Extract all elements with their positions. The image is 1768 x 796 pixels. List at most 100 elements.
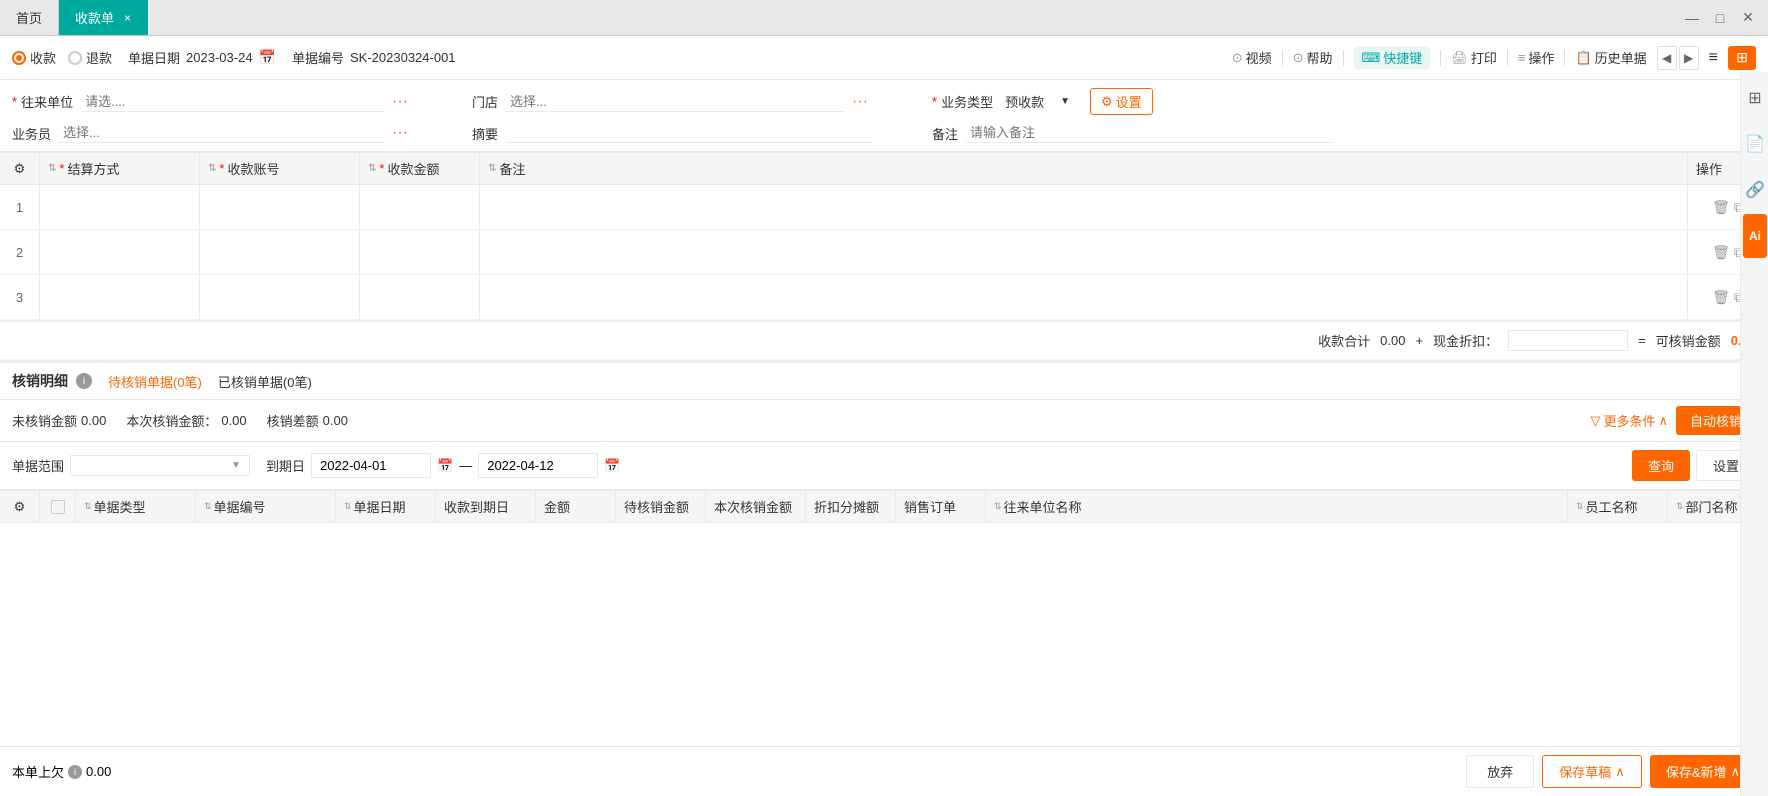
td-account-1[interactable] <box>200 185 360 229</box>
save-new-arrow-icon: ∧ <box>1730 764 1740 780</box>
partner-required: * <box>12 94 17 109</box>
tab-home[interactable]: 首页 <box>0 0 59 35</box>
td-settle-2[interactable] <box>40 230 200 274</box>
td-account-3[interactable] <box>200 275 360 319</box>
td-note-2[interactable] <box>480 230 1688 274</box>
nav-right-button[interactable]: ▶ <box>1679 46 1699 70</box>
video-action[interactable]: ⊙ 视频 <box>1232 48 1272 67</box>
range-field: 单据范围 ▼ <box>12 455 250 476</box>
writeoff-stats: 未核销金额 0.00 本次核销金额： 0.00 核销差额 0.00 ▽ 更多条件… <box>0 400 1768 442</box>
td-amount-1[interactable] <box>360 185 480 229</box>
bth-gear[interactable]: ⚙ <box>0 491 40 522</box>
minimize-button[interactable]: — <box>1680 6 1704 30</box>
tab-active[interactable]: 收款单 × <box>59 0 148 35</box>
discount-input[interactable] <box>1508 330 1628 351</box>
filter-icon: ▽ <box>1590 413 1600 429</box>
range-dropdown[interactable]: ▼ <box>70 455 250 476</box>
sidebar-table-icon[interactable]: ⊞ <box>1743 76 1767 120</box>
bth-check[interactable] <box>40 491 76 522</box>
delete-icon-3[interactable]: 🗑 <box>1712 289 1730 306</box>
nav-left-button[interactable]: ◀ <box>1657 46 1677 70</box>
history-action[interactable]: 📋 历史单据 <box>1575 48 1646 67</box>
bottom-label: 本单上欠 <box>12 762 64 781</box>
orange-grid-icon[interactable]: ⊞ <box>1728 46 1756 70</box>
sidebar-link-icon[interactable]: 🔗 <box>1743 168 1767 212</box>
select-all-checkbox[interactable] <box>51 500 65 514</box>
maximize-button[interactable]: □ <box>1708 6 1732 30</box>
help-action[interactable]: ⊙ 帮助 <box>1293 48 1333 67</box>
print-action[interactable]: 🖨 打印 <box>1451 48 1497 67</box>
date-from-input[interactable] <box>311 453 431 478</box>
doc-num-field: 单据编号 SK-20230324-001 <box>292 48 456 67</box>
row-num-3: 3 <box>16 290 23 305</box>
partner-input[interactable] <box>81 92 384 112</box>
bottom-value: 0.00 <box>86 764 111 779</box>
td-amount-2[interactable] <box>360 230 480 274</box>
filter-row: 单据范围 ▼ 到期日 📅 — 📅 查询 设置 <box>0 442 1768 490</box>
partner-field: * 往来单位 ··· <box>12 92 412 112</box>
summary-input[interactable] <box>506 123 872 143</box>
sidebar-doc-icon[interactable]: 📄 <box>1743 122 1767 166</box>
cal-from-icon[interactable]: 📅 <box>437 458 453 474</box>
filter-actions: 查询 设置 <box>1632 450 1756 481</box>
business-dropdown-icon[interactable]: ▼ <box>1060 96 1070 107</box>
plus-sign: + <box>1415 333 1423 348</box>
bth-num-text: 单据编号 <box>214 497 266 516</box>
th-account-text: 收款账号 <box>227 159 279 178</box>
abandon-button[interactable]: 放弃 <box>1466 755 1534 788</box>
range-label: 单据范围 <box>12 456 64 475</box>
td-settle-1[interactable] <box>40 185 200 229</box>
summary-field: 摘要 <box>472 123 872 143</box>
radio-refund[interactable]: 退款 <box>68 48 112 67</box>
summary-row: 收款合计 0.00 + 现金折扣： = 可核销金额 0.00 <box>0 321 1768 359</box>
shortcut-icon: ⌨ <box>1362 50 1381 66</box>
td-settle-3[interactable] <box>40 275 200 319</box>
done-tab[interactable]: 已核销单据(0笔) <box>218 372 312 391</box>
tab-close-icon[interactable]: × <box>124 11 131 25</box>
bottom-info-icon[interactable]: i <box>68 765 82 779</box>
query-button[interactable]: 查询 <box>1632 450 1690 481</box>
more-conditions-button[interactable]: ▽ 更多条件 ∧ <box>1590 411 1668 430</box>
calendar-icon[interactable]: 📅 <box>259 49 276 66</box>
shop-input[interactable] <box>506 92 844 112</box>
stat-right: ▽ 更多条件 ∧ 自动核销 <box>1590 406 1756 435</box>
divider2 <box>1343 50 1344 66</box>
td-amount-3[interactable] <box>360 275 480 319</box>
partner-sort-icon: ⇅ <box>994 501 1002 512</box>
th-gear[interactable]: ⚙ <box>0 153 40 184</box>
print-label: 打印 <box>1471 48 1497 67</box>
date-to-input[interactable] <box>478 453 598 478</box>
partner-more-icon[interactable]: ··· <box>388 93 412 111</box>
close-button[interactable]: ✕ <box>1736 6 1760 30</box>
date-separator: — <box>459 458 472 473</box>
top-settings-button[interactable]: ⚙ 设置 <box>1090 88 1153 115</box>
delete-icon-1[interactable]: 🗑 <box>1712 199 1730 216</box>
staff-more-icon[interactable]: ··· <box>388 124 412 142</box>
draft-label: 保存草稿 <box>1559 762 1611 781</box>
radio-refund-label: 退款 <box>86 48 112 67</box>
td-account-2[interactable] <box>200 230 360 274</box>
pending-tab[interactable]: 待核销单据(0笔) <box>108 372 202 391</box>
operation-icon: ≡ <box>1518 50 1526 65</box>
delete-icon-2[interactable]: 🗑 <box>1712 244 1730 261</box>
this-time-stat: 本次核销金额： 0.00 <box>126 411 246 430</box>
radio-income[interactable]: 收款 <box>12 48 56 67</box>
remark-input[interactable] <box>966 123 1332 143</box>
th-account: ⇅ * 收款账号 <box>200 153 360 184</box>
shortcut-action[interactable]: ⌨ 快捷键 <box>1354 46 1431 69</box>
td-note-1[interactable] <box>480 185 1688 229</box>
writeoff-info-icon[interactable]: i <box>76 373 92 389</box>
sidebar-ai-icon[interactable]: Ai <box>1743 214 1767 258</box>
draft-button[interactable]: 保存草稿 ∧ <box>1542 755 1642 788</box>
cal-to-icon[interactable]: 📅 <box>604 458 620 474</box>
three-lines-icon[interactable]: ≡ <box>1709 49 1718 67</box>
bottom-stat: 本单上欠 i 0.00 <box>12 762 111 781</box>
date-value: 2023-03-24 <box>186 50 253 65</box>
writeoff-header: 核销明细 i 待核销单据(0笔) 已核销单据(0笔) <box>0 363 1768 400</box>
shop-more-icon[interactable]: ··· <box>848 93 872 111</box>
td-note-3[interactable] <box>480 275 1688 319</box>
bth-staff: ⇅ 员工名称 <box>1568 491 1668 522</box>
diff-value: 0.00 <box>323 413 348 428</box>
staff-input[interactable] <box>59 123 384 143</box>
operation-action[interactable]: ≡ 操作 <box>1518 48 1555 67</box>
